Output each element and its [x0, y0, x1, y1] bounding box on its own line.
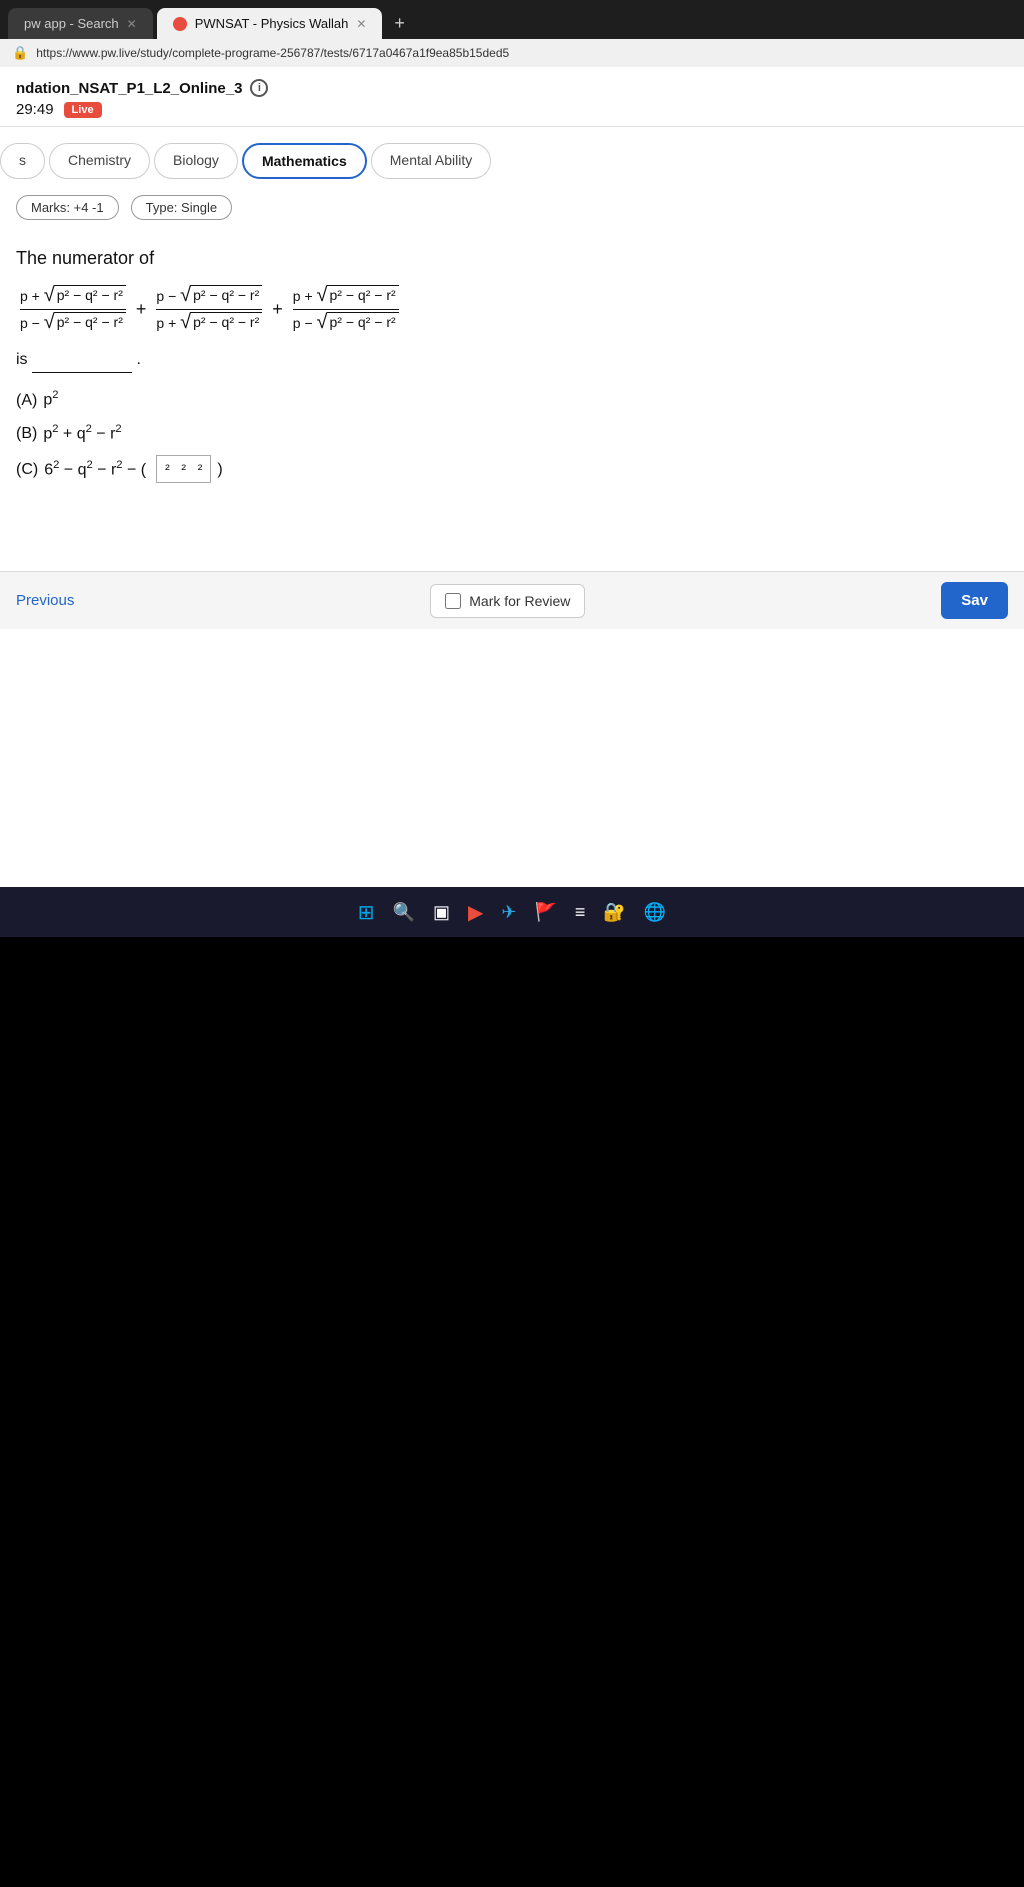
option-c-bracket: ² ² ²: [156, 455, 211, 483]
tab-s-label: s: [19, 152, 26, 168]
files-icon[interactable]: 🚩: [534, 902, 556, 923]
is-blank-row: is .: [16, 347, 1008, 374]
live-badge: Live: [64, 102, 102, 118]
address-bar: 🔒 https://www.pw.live/study/complete-pro…: [0, 39, 1024, 67]
menu-icon[interactable]: ≡: [575, 902, 586, 923]
fraction-2-numerator: p − √p² − q² − r²: [156, 285, 262, 310]
tab-mental-ability[interactable]: Mental Ability: [371, 143, 491, 179]
fraction-3-denominator: p − √p² − q² − r²: [293, 310, 399, 334]
browser-icon[interactable]: 🌐: [644, 902, 666, 923]
fraction-1-denominator: p − √p² − q² − r²: [20, 310, 126, 334]
radical-1: √p² − q² − r²: [44, 285, 126, 306]
tab-mathematics[interactable]: Mathematics: [242, 143, 367, 179]
taskbar: ⊞ 🔍 ▣ ▶ ✈ 🚩 ≡ 🔐 🌐: [0, 887, 1024, 937]
option-c-text: 62 − q2 − r2 − (: [44, 457, 146, 483]
radical-5: √p² − q² − r²: [317, 285, 399, 306]
tab-chemistry-label: Chemistry: [68, 152, 131, 168]
blank-line: [32, 347, 132, 374]
lock-icon: 🔒: [12, 45, 28, 61]
bottom-bar: Previous Mark for Review Sav: [0, 571, 1024, 629]
save-button[interactable]: Sav: [941, 582, 1008, 619]
youtube-icon[interactable]: ▶: [468, 900, 483, 925]
tab-mathematics-label: Mathematics: [262, 153, 347, 169]
fraction-2-denominator: p + √p² − q² − r²: [156, 310, 262, 334]
test-title-text: ndation_NSAT_P1_L2_Online_3: [16, 80, 242, 97]
tab-chemistry[interactable]: Chemistry: [49, 143, 150, 179]
option-c-label: (C): [16, 457, 38, 483]
timer-row: 29:49 Live: [16, 101, 1008, 118]
question-intro-text: The numerator of: [16, 244, 1008, 273]
favicon-icon: [173, 17, 187, 31]
tab-label: pw app - Search: [24, 16, 119, 31]
tab-pw-search[interactable]: pw app - Search ✕: [8, 8, 153, 39]
browser-chrome: pw app - Search ✕ PWNSAT - Physics Walla…: [0, 0, 1024, 67]
tab-s[interactable]: s: [0, 143, 45, 179]
fraction-2: p − √p² − q² − r² p + √p² − q² − r²: [156, 285, 262, 335]
option-c[interactable]: (C) 62 − q2 − r2 − ( ² ² ² ): [16, 455, 1008, 483]
question-meta: Marks: +4 -1 Type: Single: [0, 187, 1024, 228]
marks-badge: Marks: +4 -1: [16, 195, 119, 220]
option-a-text: p2: [43, 387, 58, 413]
tab-mental-ability-label: Mental Ability: [390, 152, 472, 168]
info-icon[interactable]: i: [250, 79, 268, 97]
subject-tabs: s Chemistry Biology Mathematics Mental A…: [0, 127, 1024, 187]
url-text: https://www.pw.live/study/complete-progr…: [36, 46, 1012, 60]
mark-review-checkbox[interactable]: [445, 593, 461, 609]
period: .: [136, 351, 140, 368]
search-icon[interactable]: 🔍: [393, 902, 415, 923]
math-expression: p + √p² − q² − r² p − √p² − q² − r² + p …: [16, 285, 1008, 335]
tab-bar: pw app - Search ✕ PWNSAT - Physics Walla…: [0, 0, 1024, 39]
type-badge: Type: Single: [131, 195, 233, 220]
windows-icon[interactable]: ⊞: [358, 900, 375, 925]
mark-review-label: Mark for Review: [469, 593, 570, 609]
close-icon[interactable]: ✕: [127, 17, 137, 31]
tab-biology[interactable]: Biology: [154, 143, 238, 179]
operator-plus-2: +: [272, 295, 283, 324]
new-tab-button[interactable]: +: [386, 9, 413, 38]
close-icon[interactable]: ✕: [356, 17, 366, 31]
black-area: [0, 937, 1024, 1887]
fraction-1-numerator: p + √p² − q² − r²: [20, 285, 126, 310]
fraction-3: p + √p² − q² − r² p − √p² − q² − r²: [293, 285, 399, 335]
answer-options: (A) p2 (B) p2 + q2 − r2 (C) 62 − q2 − r2…: [16, 387, 1008, 483]
lock-taskbar-icon[interactable]: 🔐: [603, 902, 625, 923]
option-a-label: (A): [16, 388, 37, 414]
tab-biology-label: Biology: [173, 152, 219, 168]
mark-for-review[interactable]: Mark for Review: [430, 584, 585, 618]
operator-plus-1: +: [136, 295, 147, 324]
option-b-text: p2 + q2 − r2: [43, 421, 121, 447]
option-b-label: (B): [16, 421, 37, 447]
radical-3: √p² − q² − r²: [180, 285, 262, 306]
telegram-icon[interactable]: ✈: [501, 902, 516, 923]
fraction-1: p + √p² − q² − r² p − √p² − q² − r²: [20, 285, 126, 335]
taskview-icon[interactable]: ▣: [433, 902, 450, 923]
tab-label: PWNSAT - Physics Wallah: [195, 16, 349, 31]
fraction-3-numerator: p + √p² − q² − r²: [293, 285, 399, 310]
question-body: The numerator of p + √p² − q² − r² p − √…: [0, 228, 1024, 571]
option-b[interactable]: (B) p2 + q2 − r2: [16, 421, 1008, 447]
test-title-row: ndation_NSAT_P1_L2_Online_3 i: [16, 79, 1008, 97]
page-header: ndation_NSAT_P1_L2_Online_3 i 29:49 Live: [0, 67, 1024, 127]
previous-button[interactable]: Previous: [16, 592, 74, 609]
option-a[interactable]: (A) p2: [16, 387, 1008, 413]
option-c-close: ): [217, 457, 222, 483]
is-text: is: [16, 351, 28, 368]
radical-4: √p² − q² − r²: [180, 312, 262, 333]
tab-pwnsat[interactable]: PWNSAT - Physics Wallah ✕: [157, 8, 383, 39]
radical-2: √p² − q² − r²: [44, 312, 126, 333]
page-content: ndation_NSAT_P1_L2_Online_3 i 29:49 Live…: [0, 67, 1024, 887]
timer-text: 29:49: [16, 101, 54, 118]
radical-6: √p² − q² − r²: [317, 312, 399, 333]
